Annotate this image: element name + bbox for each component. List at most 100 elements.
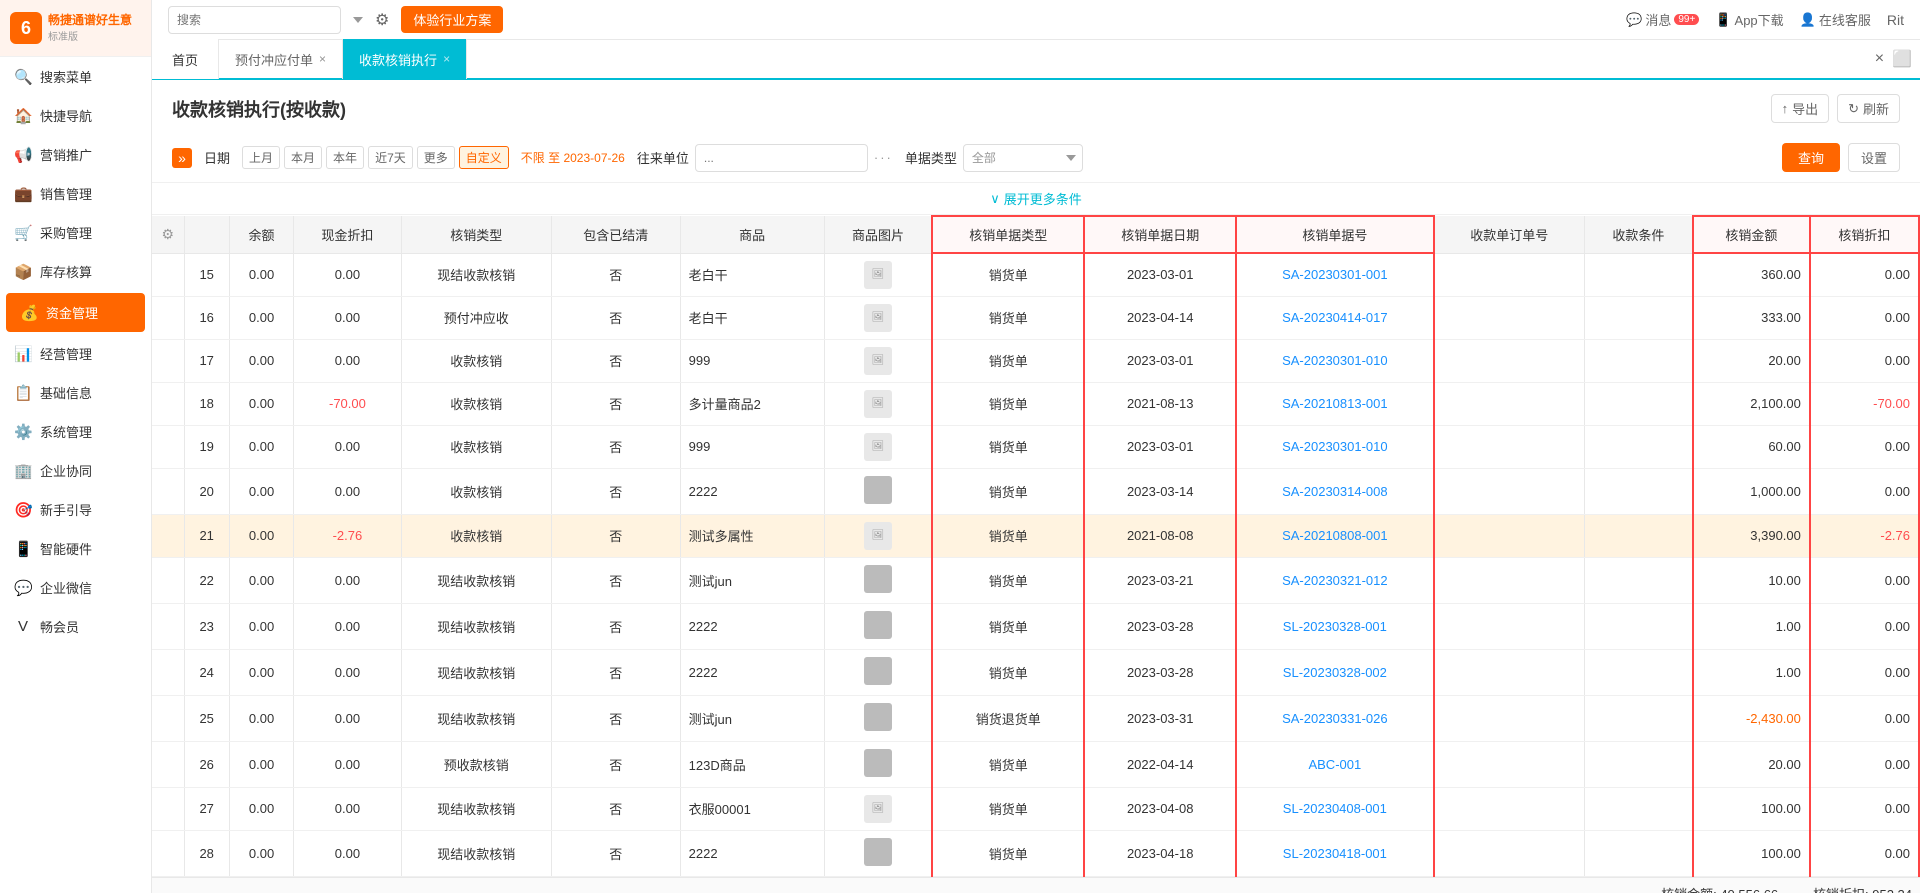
td-cancel-amount: 20.00	[1693, 339, 1810, 382]
td-cash-discount: 0.00	[294, 253, 401, 296]
td-cash-discount: 0.00	[294, 468, 401, 514]
sidebar-item-label: 快捷导航	[40, 106, 92, 125]
topbar-dropdown[interactable]	[353, 17, 363, 23]
inventory-icon: 📦	[14, 263, 32, 281]
td-seq: 16	[184, 296, 229, 339]
filter-counterpart-input[interactable]	[695, 144, 868, 172]
tab-prepay-close[interactable]: ×	[319, 52, 326, 66]
th-cash-discount: 现金折扣	[294, 216, 401, 253]
sidebar-item-sales[interactable]: 💼 销售管理	[0, 174, 151, 213]
td-receipt-order-no	[1434, 830, 1585, 876]
filter-bill-type-label: 单据类型	[905, 148, 957, 167]
filter-btn-custom[interactable]: 自定义	[459, 146, 509, 169]
td-cancel-discount: -2.76	[1810, 514, 1919, 557]
td-cash-discount: 0.00	[294, 296, 401, 339]
topbar-search-input[interactable]	[168, 6, 341, 34]
td-cancel-type: 现结收款核销	[401, 603, 551, 649]
tabbar: 首页 预付冲应付单 × 收款核销执行 × × ⬜	[152, 40, 1920, 80]
sidebar-item-company[interactable]: 🏢 企业协同	[0, 451, 151, 490]
td-bill-date: 2023-04-18	[1084, 830, 1236, 876]
td-receipt-order-no	[1434, 557, 1585, 603]
th-settings[interactable]: ⚙	[152, 216, 184, 253]
col-settings-icon[interactable]: ⚙	[161, 226, 174, 242]
tab-home[interactable]: 首页	[152, 39, 219, 79]
filter-btn-this-year[interactable]: 本年	[326, 146, 364, 169]
sidebar-item-purchase[interactable]: 🛒 采购管理	[0, 213, 151, 252]
td-cancel-type: 收款核销	[401, 514, 551, 557]
filter-bill-type-select[interactable]: 全部 销货单 销货退货单	[963, 144, 1083, 172]
td-receipt-condition	[1585, 695, 1693, 741]
filter-btn-this-month[interactable]: 本月	[284, 146, 322, 169]
notification-area[interactable]: 💬 消息 99+	[1626, 10, 1699, 29]
sidebar-item-wechat[interactable]: 💬 企业微信	[0, 568, 151, 607]
td-bill-no: SL-20230328-001	[1236, 603, 1433, 649]
sidebar-item-guide[interactable]: 🎯 新手引导	[0, 490, 151, 529]
td-product-img: 🖼	[824, 425, 932, 468]
topbar: ⚙ 体验行业方案 💬 消息 99+ 📱 App下载 👤 在线客服 Rit	[152, 0, 1920, 40]
sidebar-item-marketing[interactable]: 📢 营销推广	[0, 135, 151, 174]
filter-setting-btn[interactable]: 设置	[1848, 143, 1900, 172]
filter-expand-btn[interactable]: »	[172, 148, 192, 168]
refresh-btn[interactable]: ↻ 刷新	[1837, 94, 1900, 123]
tab-prepay[interactable]: 预付冲应付单 ×	[219, 39, 343, 79]
sidebar-item-operation[interactable]: 📊 经营管理	[0, 334, 151, 373]
td-product-img: 🖼	[824, 253, 932, 296]
footer-cancel-discount-label: 核销折扣:	[1813, 887, 1872, 893]
td-cancel-discount: 0.00	[1810, 830, 1919, 876]
td-cancel-amount: 100.00	[1693, 830, 1810, 876]
filter-btn-7days[interactable]: 近7天	[368, 146, 413, 169]
maximize-btn[interactable]: ⬜	[1892, 49, 1912, 69]
sidebar-item-system[interactable]: ⚙️ 系统管理	[0, 412, 151, 451]
sidebar-item-finance[interactable]: 💰 资金管理	[6, 293, 145, 332]
close-tab-btn[interactable]: ×	[1875, 50, 1884, 68]
td-receipt-order-no	[1434, 695, 1585, 741]
sidebar-item-hardware[interactable]: 📱 智能硬件	[0, 529, 151, 568]
sidebar-item-basic[interactable]: 📋 基础信息	[0, 373, 151, 412]
sidebar-item-label: 企业协同	[40, 461, 92, 480]
td-receipt-condition	[1585, 557, 1693, 603]
tab-receipt-cancel-close[interactable]: ×	[443, 52, 450, 66]
app-download[interactable]: 📱 App下载	[1715, 10, 1783, 29]
filter-query-btn[interactable]: 查询	[1782, 143, 1840, 172]
export-btn[interactable]: ↑ 导出	[1771, 94, 1830, 123]
th-cancel-amount: 核销金额	[1693, 216, 1810, 253]
td-balance: 0.00	[229, 514, 293, 557]
table-row: 25 0.00 0.00 现结收款核销 否 测试jun 销货退货单 2023-0…	[152, 695, 1919, 741]
td-cancel-amount: 1,000.00	[1693, 468, 1810, 514]
topbar-gear-icon[interactable]: ⚙	[375, 10, 389, 30]
td-bill-no: SA-20210813-001	[1236, 382, 1433, 425]
td-bill-no: SL-20230328-002	[1236, 649, 1433, 695]
footer-cancel-amount-label: 核销金额:	[1661, 887, 1720, 893]
filter-btn-more[interactable]: 更多	[417, 146, 455, 169]
sidebar-item-vip[interactable]: V 畅会员	[0, 607, 151, 646]
td-bill-date: 2023-04-08	[1084, 787, 1236, 830]
export-label: 导出	[1792, 99, 1818, 118]
td-include-settled: 否	[551, 514, 680, 557]
logo-badge: 标准版	[48, 28, 132, 43]
td-product-img: 🖼	[824, 339, 932, 382]
online-service[interactable]: 👤 在线客服	[1800, 10, 1871, 29]
home-icon: 🏠	[14, 107, 32, 125]
sidebar-item-quick-nav[interactable]: 🏠 快捷导航	[0, 96, 151, 135]
td-bill-date: 2023-04-14	[1084, 296, 1236, 339]
sidebar-item-search[interactable]: 🔍 搜索菜单	[0, 57, 151, 96]
sidebar-item-inventory[interactable]: 📦 库存核算	[0, 252, 151, 291]
table-row: 18 0.00 -70.00 收款核销 否 多计量商品2 🖼 销货单 2021-…	[152, 382, 1919, 425]
th-product: 商品	[680, 216, 824, 253]
td-seq: 21	[184, 514, 229, 557]
footer-cancel-amount: 核销金额: 40,556,66...	[1661, 884, 1789, 893]
footer-cancel-discount-value: 952.24	[1872, 887, 1912, 893]
td-cash-discount: 0.00	[294, 603, 401, 649]
td-product: 123D商品	[680, 741, 824, 787]
tab-receipt-cancel[interactable]: 收款核销执行 ×	[343, 39, 467, 79]
sidebar-item-label: 新手引导	[40, 500, 92, 519]
td-settings	[152, 649, 184, 695]
td-cancel-amount: 2,100.00	[1693, 382, 1810, 425]
td-product: 2222	[680, 649, 824, 695]
td-cancel-type: 现结收款核销	[401, 695, 551, 741]
industry-btn[interactable]: 体验行业方案	[401, 6, 503, 33]
td-bill-type: 销货单	[932, 296, 1084, 339]
filter-expand-more[interactable]: ∨ 展开更多条件	[152, 183, 1920, 215]
filter-btn-last-month[interactable]: 上月	[242, 146, 280, 169]
td-seq: 17	[184, 339, 229, 382]
